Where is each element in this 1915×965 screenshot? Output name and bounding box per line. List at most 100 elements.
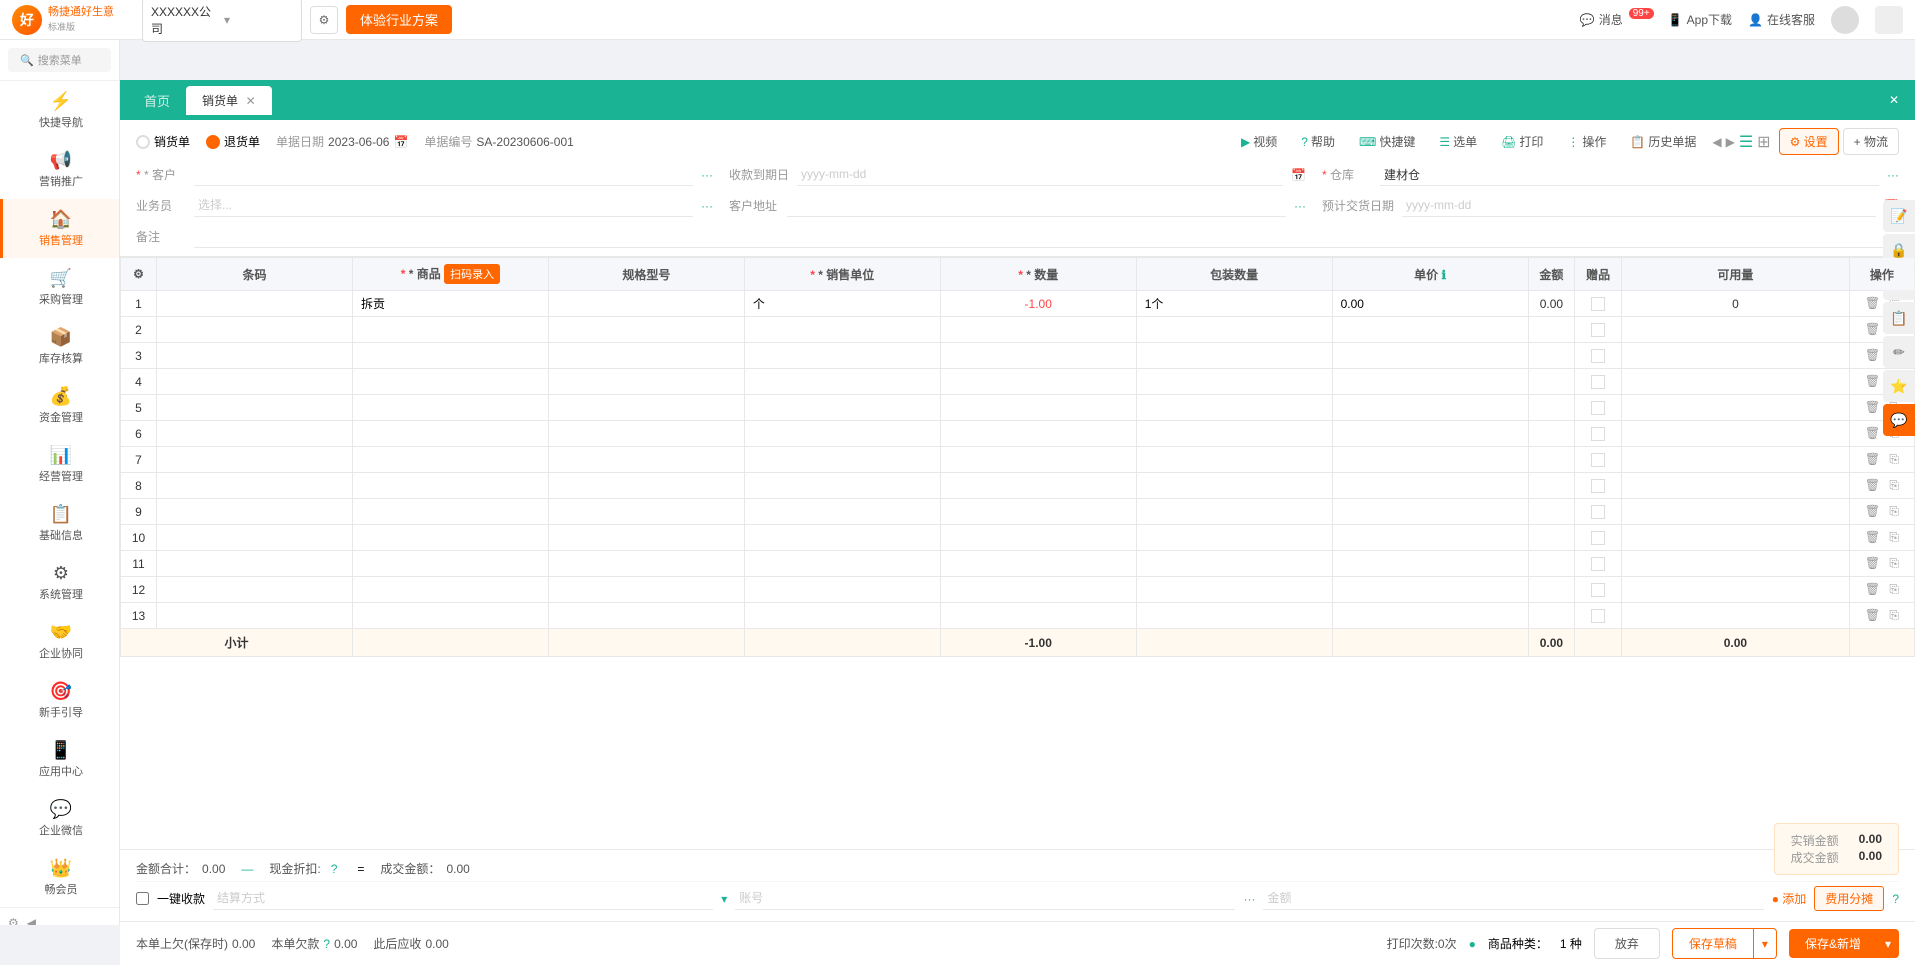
operate-btn[interactable]: ⋮ 操作 (1559, 129, 1614, 154)
quantity-input[interactable] (949, 479, 1128, 493)
barcode-input[interactable] (165, 479, 344, 493)
cell-barcode[interactable] (157, 421, 353, 447)
spec-input[interactable] (557, 505, 736, 519)
quantity-input[interactable] (949, 349, 1128, 363)
cell-barcode[interactable] (157, 447, 353, 473)
cell-gift[interactable] (1575, 421, 1622, 447)
cell-quantity[interactable] (940, 447, 1136, 473)
sidebar-item-member[interactable]: 👑 畅会员 (0, 848, 119, 907)
spec-input[interactable] (557, 531, 736, 545)
gift-checkbox[interactable] (1591, 583, 1605, 597)
unit-input[interactable] (753, 349, 932, 363)
cell-gift[interactable] (1575, 369, 1622, 395)
cell-quantity[interactable] (940, 525, 1136, 551)
unit-input[interactable] (753, 323, 932, 337)
spec-input[interactable] (557, 453, 736, 467)
cell-product[interactable] (352, 291, 548, 317)
cell-unit-price[interactable] (1332, 525, 1528, 551)
product-input[interactable] (361, 505, 540, 519)
cell-unit-price[interactable] (1332, 343, 1528, 369)
radio-sales[interactable]: 销货单 (136, 133, 190, 150)
shortcut-btn[interactable]: ⌨ 快捷键 (1351, 129, 1423, 154)
cell-gift[interactable] (1575, 317, 1622, 343)
gift-checkbox[interactable] (1591, 349, 1605, 363)
copy-icon[interactable]: ⎘ (1889, 478, 1899, 492)
gift-checkbox[interactable] (1591, 297, 1605, 311)
account-input[interactable] (735, 887, 1235, 910)
cell-unit[interactable] (744, 317, 940, 343)
settings-button[interactable]: ⚙ 设置 (1779, 128, 1839, 155)
unit-input[interactable] (753, 609, 932, 623)
cell-unit-price[interactable] (1332, 395, 1528, 421)
cell-product[interactable] (352, 577, 548, 603)
pkg-qty-input[interactable] (1145, 557, 1324, 571)
cell-quantity[interactable] (940, 421, 1136, 447)
cell-quantity[interactable] (940, 603, 1136, 629)
cell-spec[interactable] (548, 395, 744, 421)
cell-gift[interactable] (1575, 499, 1622, 525)
quantity-input[interactable] (949, 297, 1128, 311)
unit-input[interactable] (753, 375, 932, 389)
spec-input[interactable] (557, 427, 736, 441)
tab-sales-order[interactable]: 销货单 ✕ (186, 86, 272, 115)
radio-return[interactable]: 退货单 (206, 133, 260, 150)
unit-price-input[interactable] (1341, 609, 1520, 623)
cell-spec[interactable] (548, 421, 744, 447)
unit-price-input[interactable] (1341, 427, 1520, 441)
cell-product[interactable] (352, 603, 548, 629)
cell-barcode[interactable] (157, 291, 353, 317)
quantity-input[interactable] (949, 583, 1128, 597)
copy-icon[interactable]: ⎘ (1889, 582, 1899, 596)
trial-button[interactable]: 体验行业方案 (346, 5, 452, 34)
product-input[interactable] (361, 349, 540, 363)
barcode-input[interactable] (165, 401, 344, 415)
cell-quantity[interactable] (940, 551, 1136, 577)
unit-price-input[interactable] (1341, 349, 1520, 363)
cell-unit-price[interactable] (1332, 603, 1528, 629)
product-input[interactable] (361, 296, 540, 310)
cell-barcode[interactable] (157, 525, 353, 551)
product-input[interactable] (361, 453, 540, 467)
copy-icon[interactable]: ⎘ (1889, 530, 1899, 544)
discount-help-icon[interactable]: ? (331, 862, 338, 876)
sidebar-item-quicknav[interactable]: ⚡ 快捷导航 (0, 81, 119, 140)
barcode-input[interactable] (165, 531, 344, 545)
message-btn[interactable]: 💬 消息 99+ (1580, 11, 1652, 28)
help-btn[interactable]: ? 帮助 (1293, 129, 1343, 154)
sidebar-item-operations[interactable]: 📊 经营管理 (0, 435, 119, 494)
product-input[interactable] (361, 375, 540, 389)
pkg-qty-input[interactable] (1145, 375, 1324, 389)
delete-icon[interactable]: 🗑 (1865, 582, 1880, 596)
cell-spec[interactable] (548, 317, 744, 343)
barcode-input[interactable] (165, 453, 344, 467)
history-btn[interactable]: 📋 历史单据 (1622, 129, 1704, 154)
cell-pkg-qty[interactable] (1136, 421, 1332, 447)
product-input[interactable] (361, 427, 540, 441)
salesperson-input[interactable] (194, 194, 693, 217)
sidebar-item-purchase[interactable]: 🛒 采购管理 (0, 258, 119, 317)
expected-delivery-input[interactable] (1402, 194, 1876, 217)
cell-quantity[interactable] (940, 291, 1136, 317)
product-input[interactable] (361, 323, 540, 337)
cell-barcode[interactable] (157, 395, 353, 421)
delete-icon[interactable]: 🗑 (1865, 348, 1880, 362)
user-menu-icon[interactable] (1875, 6, 1903, 34)
copy-icon[interactable]: ⎘ (1889, 556, 1899, 570)
cell-spec[interactable] (548, 551, 744, 577)
cell-unit-price[interactable] (1332, 291, 1528, 317)
video-btn[interactable]: ▶ 视频 (1233, 129, 1285, 154)
company-selector[interactable]: XXXXXX公司 ▾ (142, 0, 302, 42)
pkg-qty-input[interactable] (1145, 609, 1324, 623)
cell-barcode[interactable] (157, 317, 353, 343)
cell-unit[interactable] (744, 369, 940, 395)
cell-gift[interactable] (1575, 447, 1622, 473)
cell-product[interactable] (352, 525, 548, 551)
tab-home[interactable]: 首页 (128, 85, 186, 116)
cell-unit[interactable] (744, 551, 940, 577)
sidebar-item-finance[interactable]: 💰 资金管理 (0, 376, 119, 435)
cell-barcode[interactable] (157, 577, 353, 603)
copy-icon[interactable]: ⎘ (1889, 504, 1899, 518)
quantity-input[interactable] (949, 323, 1128, 337)
quantity-input[interactable] (949, 557, 1128, 571)
cell-barcode[interactable] (157, 473, 353, 499)
